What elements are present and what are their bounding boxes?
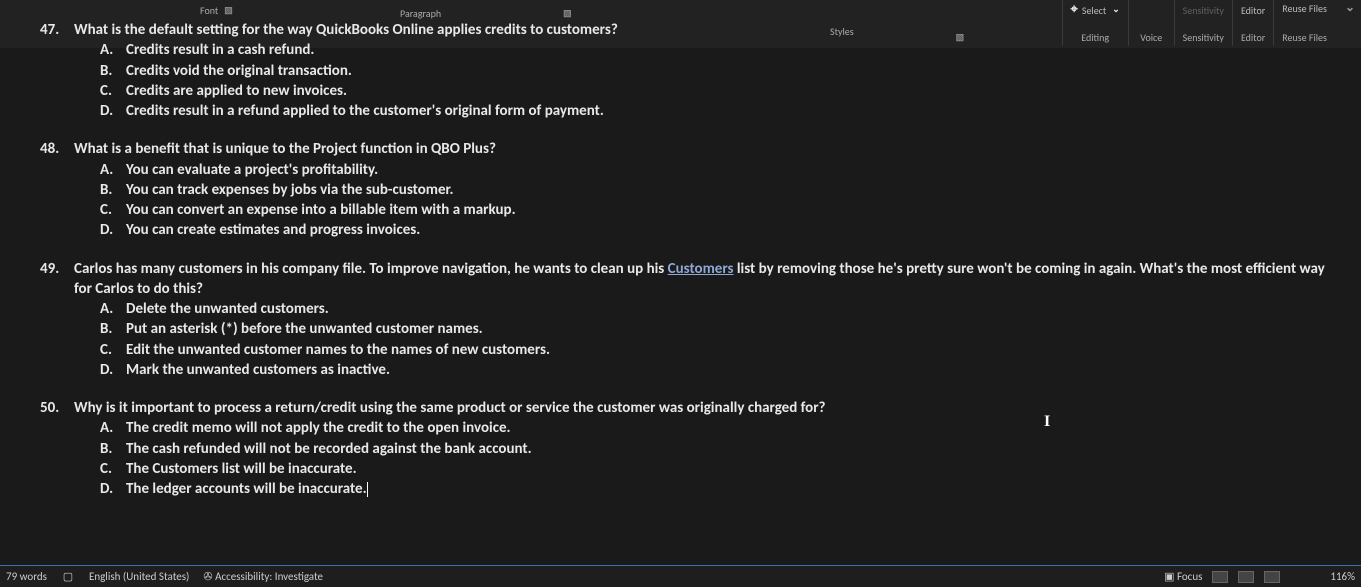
ribbon-left: Font ▧ [200, 0, 235, 20]
question-50: 50. Why is it important to process a ret… [40, 398, 1341, 499]
web-layout-button[interactable] [1264, 571, 1280, 583]
font-dialog-launcher-icon[interactable]: ▧ [222, 5, 235, 16]
option: B.Credits void the original transaction. [100, 61, 1341, 81]
question-47: 47. What is the default setting for the … [40, 20, 1341, 121]
status-bar: 79 words ▢ English (United States) ✇ Acc… [0, 565, 1361, 587]
option: C.Edit the unwanted customer names to th… [100, 340, 1341, 360]
customers-link[interactable]: Customers [668, 260, 734, 278]
question-text: Carlos has many customers in his company… [74, 259, 1341, 300]
cursor-icon: ⌖ [1071, 2, 1078, 17]
ibeam-cursor-icon: I [1044, 413, 1050, 431]
option: A.The credit memo will not apply the cre… [100, 418, 1341, 438]
option: C.You can convert an expense into a bill… [100, 200, 1341, 220]
question-text: Why is it important to process a return/… [74, 398, 826, 418]
editor-button[interactable]: Editor [1241, 4, 1265, 17]
zoom-level[interactable]: 116% [1330, 570, 1355, 583]
question-49-options: A.Delete the unwanted customers. B.Put a… [100, 299, 1341, 380]
read-mode-button[interactable] [1212, 571, 1228, 583]
font-group-label: Font [200, 4, 218, 17]
question-number: 47. [40, 20, 74, 40]
option: A.Credits result in a cash refund. [100, 40, 1341, 60]
word-count[interactable]: 79 words [6, 570, 47, 583]
paragraph-group-label: Paragraph [400, 7, 441, 20]
ribbon-paragraph: Paragraph ▧ [400, 0, 574, 20]
option: B.Put an asterisk (*) before the unwante… [100, 319, 1341, 339]
chevron-down-icon: ⌄ [1112, 4, 1120, 15]
option: C.Credits are applied to new invoices. [100, 81, 1341, 101]
status-bar-right: ▣ Focus 116% [1164, 570, 1355, 583]
accessibility-status[interactable]: ✇ Accessibility: Investigate [203, 570, 323, 583]
select-button[interactable]: ⌖ Select ⌄ [1071, 2, 1120, 17]
option: A.You can evaluate a project's profitabi… [100, 160, 1341, 180]
option: D.You can create estimates and progress … [100, 220, 1341, 240]
question-48: 48. What is a benefit that is unique to … [40, 139, 1341, 240]
accessibility-icon: ✇ [203, 570, 212, 583]
option: D.Credits result in a refund applied to … [100, 101, 1341, 121]
question-47-options: A.Credits result in a cash refund. B.Cre… [100, 40, 1341, 121]
question-48-options: A.You can evaluate a project's profitabi… [100, 160, 1341, 241]
text-caret [367, 482, 368, 497]
language-status[interactable]: English (United States) [89, 570, 189, 583]
spellcheck-icon[interactable]: ▢ [61, 570, 75, 584]
collapse-ribbon-icon[interactable]: ⌄ [1345, 0, 1355, 15]
reuse-files-button[interactable]: Reuse Files [1282, 4, 1327, 14]
paragraph-dialog-launcher-icon[interactable]: ▧ [561, 8, 574, 19]
question-number: 48. [40, 139, 74, 159]
option: C.The Customers list will be inaccurate. [100, 459, 1341, 479]
print-layout-button[interactable] [1238, 571, 1254, 583]
question-50-options: A.The credit memo will not apply the cre… [100, 418, 1341, 499]
sensitivity-button[interactable]: Sensitivity [1183, 4, 1224, 17]
option: D.The ledger accounts will be inaccurate… [100, 479, 1341, 499]
option: B.You can track expenses by jobs via the… [100, 180, 1341, 200]
question-text: What is a benefit that is unique to the … [74, 139, 496, 159]
question-number: 49. [40, 259, 74, 300]
question-number: 50. [40, 398, 74, 418]
document-body[interactable]: 47. What is the default setting for the … [40, 20, 1341, 517]
question-text: What is the default setting for the way … [74, 20, 618, 40]
question-49: 49. Carlos has many customers in his com… [40, 259, 1341, 381]
option: B.The cash refunded will not be recorded… [100, 439, 1341, 459]
focus-mode-button[interactable]: ▣ Focus [1164, 570, 1202, 583]
focus-icon: ▣ [1164, 570, 1174, 583]
option: D.Mark the unwanted customers as inactiv… [100, 360, 1341, 380]
option: A.Delete the unwanted customers. [100, 299, 1341, 319]
